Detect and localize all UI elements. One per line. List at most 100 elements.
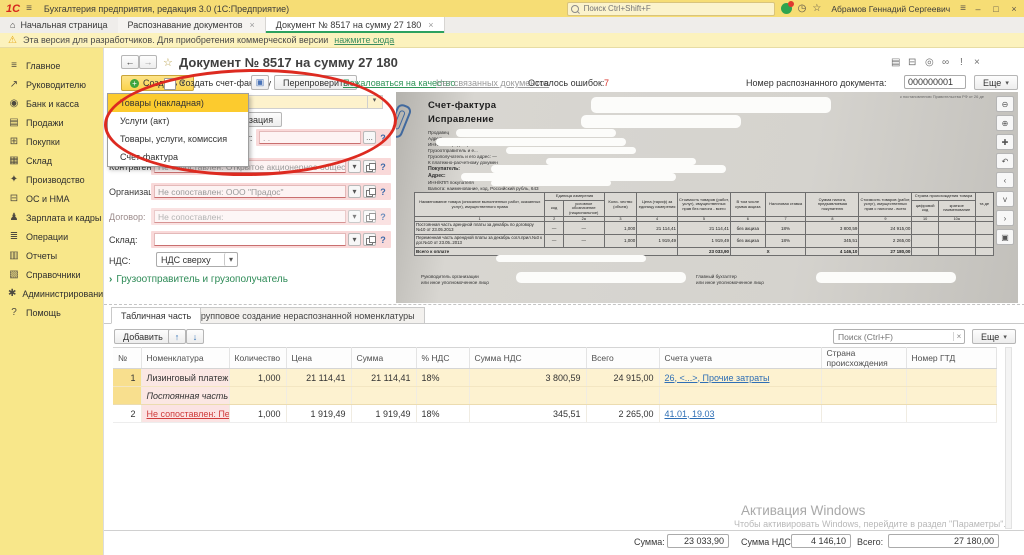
zoom-out-button[interactable]: ⊖ <box>996 96 1014 112</box>
move-up-button[interactable]: ↑ <box>168 329 186 344</box>
chevron-down-icon: ▾ <box>224 253 237 266</box>
sidebar-item-production[interactable]: ✦ Производство <box>0 170 103 189</box>
sum-input[interactable]: 23 033,90 <box>667 534 729 548</box>
zoom-in-button[interactable]: ⊕ <box>996 115 1014 131</box>
sidebar-item-sales[interactable]: ▤ Продажи <box>0 113 103 132</box>
date-input[interactable]: . . <box>259 131 361 144</box>
sidebar-item-administration[interactable]: ✱ Администрирование <box>0 284 108 303</box>
sidebar-item-help[interactable]: ? Помощь <box>0 303 103 322</box>
open-link-icon[interactable] <box>363 160 376 173</box>
open-link-icon[interactable] <box>363 233 376 246</box>
paperclip <box>396 102 413 140</box>
favorite-star-icon[interactable]: ☆ <box>163 56 173 69</box>
vat-mode-select[interactable]: НДС сверху ▾ <box>156 252 238 267</box>
forward-button[interactable]: → <box>139 55 157 69</box>
help-question-icon[interactable]: ? <box>378 133 388 143</box>
close-button[interactable]: × <box>1008 4 1020 14</box>
sidebar-item-bank[interactable]: ◉ Банк и касса <box>0 94 103 113</box>
help-question-icon[interactable]: ? <box>378 212 388 222</box>
table-row[interactable]: 2 Не сопоставлен: Пере... 1,000 1 919,49… <box>113 404 997 423</box>
table-row[interactable]: 1 Лизинговый платеж 1,000 21 114,41 21 1… <box>113 368 997 387</box>
sidebar-item-catalogs[interactable]: ▧ Справочники <box>0 265 103 284</box>
sidebar-item-manager[interactable]: ↗ Руководителю <box>0 75 103 94</box>
recognized-number-input[interactable]: 000000001 <box>904 75 966 89</box>
chevron-down-icon[interactable]: ▾ <box>348 233 361 246</box>
sidebar-item-hr[interactable]: ♟ Зарплата и кадры <box>0 208 103 227</box>
minimize-button[interactable]: – <box>972 4 984 14</box>
notifications-icon[interactable] <box>780 1 794 14</box>
user-name[interactable]: Абрамов Геннадий Сергеевич <box>831 4 950 14</box>
tab-document[interactable]: Документ № 8517 на сумму 27 180 × <box>265 17 445 33</box>
table-subrow[interactable]: Постоянная часть а... <box>113 386 997 405</box>
close-tab-icon[interactable]: × <box>249 20 254 30</box>
expand-button[interactable]: ▣ <box>996 229 1014 245</box>
help-question-icon[interactable]: ? <box>378 162 388 172</box>
tab-group-create[interactable]: ▨ Групповое создание нераспознанной номе… <box>173 307 425 324</box>
menu-item-services[interactable]: Услуги (акт) <box>108 112 248 130</box>
total-input[interactable]: 27 180,00 <box>888 534 999 548</box>
accounts-link[interactable]: 41.01, 19.03 <box>665 409 715 419</box>
clear-search-icon[interactable]: × <box>953 332 964 341</box>
date-picker-button[interactable]: ... <box>363 131 376 144</box>
grid-search-input[interactable] <box>834 331 953 342</box>
prev-page-button[interactable]: ‹ <box>996 172 1014 188</box>
warehouse-input[interactable] <box>154 233 346 246</box>
create-invoice-checkbox[interactable] <box>164 78 176 90</box>
sidebar-item-purchases[interactable]: ⊞ Покупки <box>0 132 103 151</box>
link-icon[interactable]: ∞ <box>942 57 949 68</box>
tab-home[interactable]: ⌂ Начальная страница <box>0 17 118 33</box>
preview-icon[interactable]: ◎ <box>925 57 934 68</box>
save-icon[interactable]: ▤ <box>891 57 900 68</box>
chevron-down-icon[interactable]: ▾ <box>348 185 361 198</box>
close-form-icon[interactable]: × <box>974 57 980 68</box>
vat-sum-input[interactable]: 4 146,10 <box>791 534 851 548</box>
pan-button[interactable]: ✚ <box>996 134 1014 150</box>
help-question-icon[interactable]: ? <box>378 235 388 245</box>
move-down-button[interactable]: ↓ <box>186 329 204 344</box>
global-search[interactable] <box>566 1 775 16</box>
close-tab-icon[interactable]: × <box>428 20 433 30</box>
sidebar-item-operations[interactable]: ≣ Операции <box>0 227 103 246</box>
main-menu-icon[interactable]: ≡ <box>26 3 32 14</box>
service-menu-icon[interactable]: ≡ <box>960 3 966 14</box>
back-button[interactable]: ← <box>121 55 139 69</box>
warning-link[interactable]: нажмите сюда <box>334 35 394 45</box>
consignor-expander[interactable]: › Грузоотправитель и грузополучатель <box>109 274 288 285</box>
rotate-button[interactable]: ↶ <box>996 153 1014 169</box>
chevron-down-icon[interactable]: ▾ <box>367 96 381 108</box>
sidebar-item-warehouse[interactable]: ▦ Склад <box>0 151 103 170</box>
menu-item-goods[interactable]: Товары (накладная) <box>108 94 248 112</box>
maximize-button[interactable]: □ <box>990 4 1002 14</box>
accounts-link[interactable]: 26, <...>, Прочие затраты <box>665 373 770 383</box>
scan-subtitle: Исправление <box>428 114 495 125</box>
next-page-button[interactable]: › <box>996 210 1014 226</box>
grid-search[interactable]: × <box>833 329 965 344</box>
chevron-down-icon[interactable]: ▾ <box>348 160 361 173</box>
sidebar-item-main[interactable]: ≡ Главное <box>0 56 103 75</box>
chevron-down-icon[interactable]: ▾ <box>348 210 361 223</box>
sidebar-item-assets[interactable]: ⊟ ОС и НМА <box>0 189 103 208</box>
collapse-button[interactable]: v <box>996 191 1014 207</box>
history-icon[interactable]: ◷ <box>798 3 807 14</box>
tab-tabular-part[interactable]: Табличная часть <box>111 307 202 324</box>
menu-item-goods-services[interactable]: Товары, услуги, комиссия <box>108 130 248 148</box>
unmatched-item-link[interactable]: Не сопоставлен: Пере... <box>147 409 229 419</box>
important-icon[interactable]: ! <box>960 57 963 68</box>
grid-scrollbar[interactable] <box>1005 347 1012 529</box>
tab-recognition[interactable]: Распознавание документов × <box>117 17 266 33</box>
save-document-button[interactable]: ▣ <box>251 75 269 90</box>
contract-input[interactable]: Не сопоставлен: <box>154 210 346 223</box>
print-icon[interactable]: ⊟ <box>908 57 916 68</box>
organization-input[interactable]: Не сопоставлен: ООО "Прадос" <box>154 185 346 198</box>
open-link-icon[interactable] <box>363 210 376 223</box>
grid-more-button[interactable]: Еще ▾ <box>972 329 1016 344</box>
global-search-input[interactable] <box>581 3 771 14</box>
favorites-icon[interactable]: ☆ <box>812 3 821 14</box>
help-question-icon[interactable]: ? <box>378 187 388 197</box>
scanned-document-viewer[interactable]: к постановлению Правительства РФ от 26 д… <box>396 92 1018 303</box>
menu-item-invoice[interactable]: Счет-фактура <box>108 148 248 166</box>
more-button[interactable]: Еще ▾ <box>974 75 1018 90</box>
open-link-icon[interactable] <box>363 185 376 198</box>
add-row-button[interactable]: Добавить <box>114 329 172 344</box>
sidebar-item-reports[interactable]: ▥ Отчеты <box>0 246 103 265</box>
